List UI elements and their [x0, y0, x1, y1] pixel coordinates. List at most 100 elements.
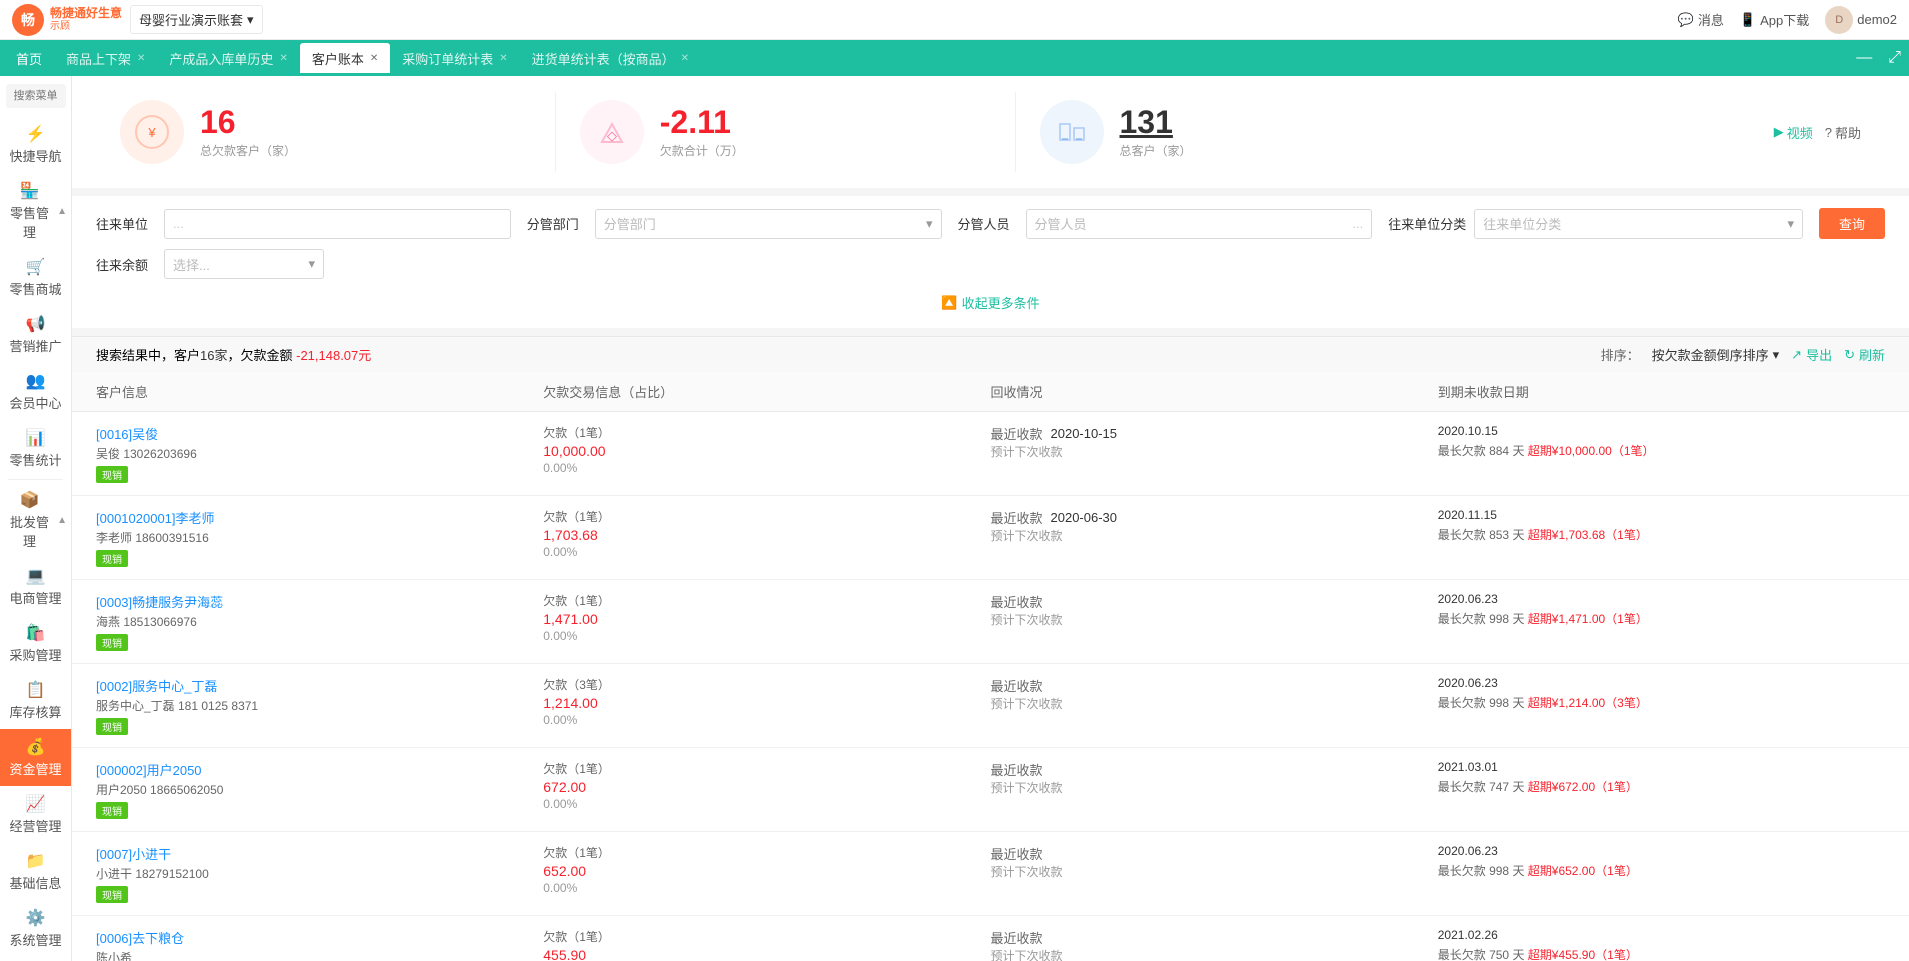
sidebar-item-inventory[interactable]: 📋 库存核算 — [0, 672, 71, 729]
tab-minimize-icon[interactable]: — — [1852, 47, 1876, 69]
col-header-collection: 回收情况 — [991, 382, 1438, 401]
sidebar-item-quick-nav-label: 快捷导航 — [4, 146, 67, 165]
customer-name-7[interactable]: [0006]去下粮仓 — [96, 928, 543, 947]
tab-product-history[interactable]: 产成品入库单历史 ✕ — [157, 43, 299, 73]
top-bar: 畅 畅捷通好生意 示顾 母婴行业演示账套 ▾ 💬 消息 📱 App下载 D de… — [0, 0, 1909, 40]
overdue-amount-1[interactable]: 超期¥10,000.00（1笔） — [1528, 444, 1655, 458]
filter-person-label: 分管人员 — [958, 214, 1018, 233]
overdue-days-5: 最长欠款 747 天 超期¥672.00（1笔） — [1438, 778, 1885, 795]
sidebar-item-ecommerce[interactable]: 💻 电商管理 — [0, 558, 71, 615]
filter-balance-select[interactable]: 选择... ▾ — [164, 249, 324, 279]
refresh-button[interactable]: ↻ 刷新 — [1844, 345, 1885, 364]
tab-purchase-summary[interactable]: 采购订单统计表 ✕ — [390, 43, 519, 73]
overdue-info-1: 2020.10.15 最长欠款 884 天 超期¥10,000.00（1笔） — [1438, 424, 1885, 459]
tab-purchase-summary-close[interactable]: ✕ — [499, 53, 507, 64]
tab-product-shelf-close[interactable]: ✕ — [137, 53, 145, 64]
tab-purchase-stats-close[interactable]: ✕ — [681, 53, 689, 64]
overdue-amount-4[interactable]: 超期¥1,214.00（3笔） — [1528, 696, 1648, 710]
filter-dept-select[interactable]: 分管部门 ▾ — [595, 209, 942, 239]
sidebar-item-retail-shop[interactable]: 🛒 零售商城 — [0, 249, 71, 306]
overdue-info-3: 2020.06.23 最长欠款 998 天 超期¥1,471.00（1笔） — [1438, 592, 1885, 627]
logo-icon: 畅 — [12, 4, 44, 36]
table-header: 客户信息 欠款交易信息（占比） 回收情况 到期未收款日期 — [72, 372, 1909, 412]
customer-name-2[interactable]: [0001020001]李老师 — [96, 508, 543, 527]
debt-amount-value: -2.11 — [660, 106, 744, 138]
sidebar-item-basic-info-label: 基础信息 — [4, 873, 67, 892]
customer-sub-4: 服务中心_丁磊 181 0125 8371 — [96, 697, 543, 714]
next-collect-label-2: 预计下次收款 — [991, 527, 1438, 544]
store-name: 母婴行业演示账套 — [139, 10, 243, 29]
sidebar-search[interactable] — [0, 76, 71, 116]
video-action[interactable]: ▶ 视频 — [1774, 123, 1813, 142]
help-action[interactable]: ? 帮助 — [1825, 123, 1861, 142]
sidebar-item-retail-stats[interactable]: 📊 零售统计 — [0, 420, 71, 477]
tab-purchase-stats[interactable]: 进货单统计表（按商品） ✕ — [520, 43, 701, 73]
overdue-amount-7[interactable]: 超期¥455.90（1笔） — [1528, 948, 1638, 961]
overdue-amount-2[interactable]: 超期¥1,703.68（1笔） — [1528, 528, 1648, 542]
customer-name-3[interactable]: [0003]畅捷服务尹海蕊 — [96, 592, 543, 611]
query-button[interactable]: 查询 — [1819, 208, 1885, 239]
sidebar-divider-1 — [8, 479, 63, 480]
filter-vendor-input[interactable]: ... — [164, 209, 511, 239]
sort-select[interactable]: 按欠款金额倒序排序 ▾ — [1652, 345, 1780, 364]
tab-maximize-icon[interactable]: ⤢ — [1884, 47, 1905, 69]
export-button[interactable]: ↗ 导出 — [1791, 345, 1832, 364]
collection-info-4: 最近收款 预计下次收款 — [991, 676, 1438, 712]
filter-person-input[interactable]: 分管人员 ... — [1026, 209, 1373, 239]
refresh-icon: ↻ — [1844, 347, 1855, 363]
customer-name-5[interactable]: [000002]用户2050 — [96, 760, 543, 779]
collection-row-7: 最近收款 — [991, 928, 1438, 947]
sidebar-item-batch-mgmt[interactable]: 📦 批发管理 ▲ — [0, 482, 71, 558]
tab-home[interactable]: 首页 — [4, 43, 54, 73]
tab-product-history-close[interactable]: ✕ — [279, 53, 287, 64]
app-download-action[interactable]: 📱 App下载 — [1740, 10, 1809, 29]
overdue-amount-6[interactable]: 超期¥652.00（1笔） — [1528, 864, 1638, 878]
collection-row-2: 最近收款 2020-06-30 — [991, 508, 1438, 527]
message-action[interactable]: 💬 消息 — [1678, 10, 1724, 29]
next-collect-label-4: 预计下次收款 — [991, 695, 1438, 712]
filter-vendor-category: 往来单位分类 往来单位分类 ▾ — [1388, 209, 1803, 239]
sidebar-item-basic-info[interactable]: 📁 基础信息 — [0, 843, 71, 900]
sidebar-item-finance[interactable]: 💰 资金管理 — [0, 729, 71, 786]
tab-customer-account[interactable]: 客户账本 ✕ — [300, 43, 390, 73]
store-selector[interactable]: 母婴行业演示账套 ▾ — [130, 5, 263, 34]
customer-name-6[interactable]: [0007]小进干 — [96, 844, 543, 863]
customer-name-1[interactable]: [0016]吴俊 — [96, 424, 543, 443]
sidebar-item-marketing[interactable]: 📢 营销推广 — [0, 306, 71, 363]
table-row: [000002]用户2050 用户2050 18665062050 现销 欠款（… — [72, 748, 1909, 832]
stats-header: ¥ 16 总欠款客户（家） ◇ -2.11 欠款合计（万） — [72, 76, 1909, 188]
filter-vendor-dots: ... — [173, 216, 184, 231]
overdue-days-1: 最长欠款 884 天 超期¥10,000.00（1笔） — [1438, 442, 1885, 459]
filter-vendor-category-select[interactable]: 往来单位分类 ▾ — [1474, 209, 1803, 239]
dept-chevron-icon: ▾ — [926, 216, 933, 232]
customer-info-1: [0016]吴俊 吴俊 13026203696 现销 — [96, 424, 543, 483]
tab-product-shelf[interactable]: 商品上下架 ✕ — [54, 43, 157, 73]
debt-amount-4: 1,214.00 — [543, 695, 990, 711]
video-label: 视频 — [1787, 123, 1813, 142]
sidebar-item-purchase[interactable]: 🛍️ 采购管理 — [0, 615, 71, 672]
overdue-amount-3[interactable]: 超期¥1,471.00（1笔） — [1528, 612, 1648, 626]
sidebar-item-system[interactable]: ⚙️ 系统管理 — [0, 900, 71, 957]
customer-name-4[interactable]: [0002]服务中心_丁磊 — [96, 676, 543, 695]
collection-row-3: 最近收款 — [991, 592, 1438, 611]
sidebar-item-retail-mgmt[interactable]: 🏪 零售管理 ▲ — [0, 173, 71, 249]
customer-tag-3: 现销 — [96, 634, 128, 651]
tab-product-history-label: 产成品入库单历史 — [169, 49, 273, 68]
app-download-label: App下载 — [1760, 10, 1809, 29]
sidebar-item-operations[interactable]: 📈 经营管理 — [0, 786, 71, 843]
sidebar-item-member[interactable]: 👥 会员中心 — [0, 363, 71, 420]
table-row: [0006]去下粮仓 陈小希 现销 欠款（1笔） 455.90 0.00% 最近… — [72, 916, 1909, 961]
collapse-button[interactable]: 🔼 收起更多条件 — [929, 289, 1051, 316]
sidebar-item-quick-nav[interactable]: ⚡ 快捷导航 — [0, 116, 71, 173]
layout: ⚡ 快捷导航 🏪 零售管理 ▲ 🛒 零售商城 📢 营销推广 👥 会员中心 📊 零… — [0, 76, 1909, 961]
sidebar-item-inventory-label: 库存核算 — [4, 702, 67, 721]
overdue-amount-5[interactable]: 超期¥672.00（1笔） — [1528, 780, 1638, 794]
user-action[interactable]: D demo2 — [1825, 6, 1897, 34]
sort-chevron-icon: ▾ — [1773, 347, 1780, 363]
tab-customer-account-close[interactable]: ✕ — [370, 53, 378, 64]
last-collect-label-5: 最近收款 — [991, 760, 1043, 779]
customer-sub-5: 用户2050 18665062050 — [96, 781, 543, 798]
search-input[interactable] — [6, 84, 66, 108]
filter-person-placeholder: 分管人员 — [1035, 214, 1087, 233]
sidebar-item-enterprise[interactable]: 🤝 企业协同 — [0, 957, 71, 961]
